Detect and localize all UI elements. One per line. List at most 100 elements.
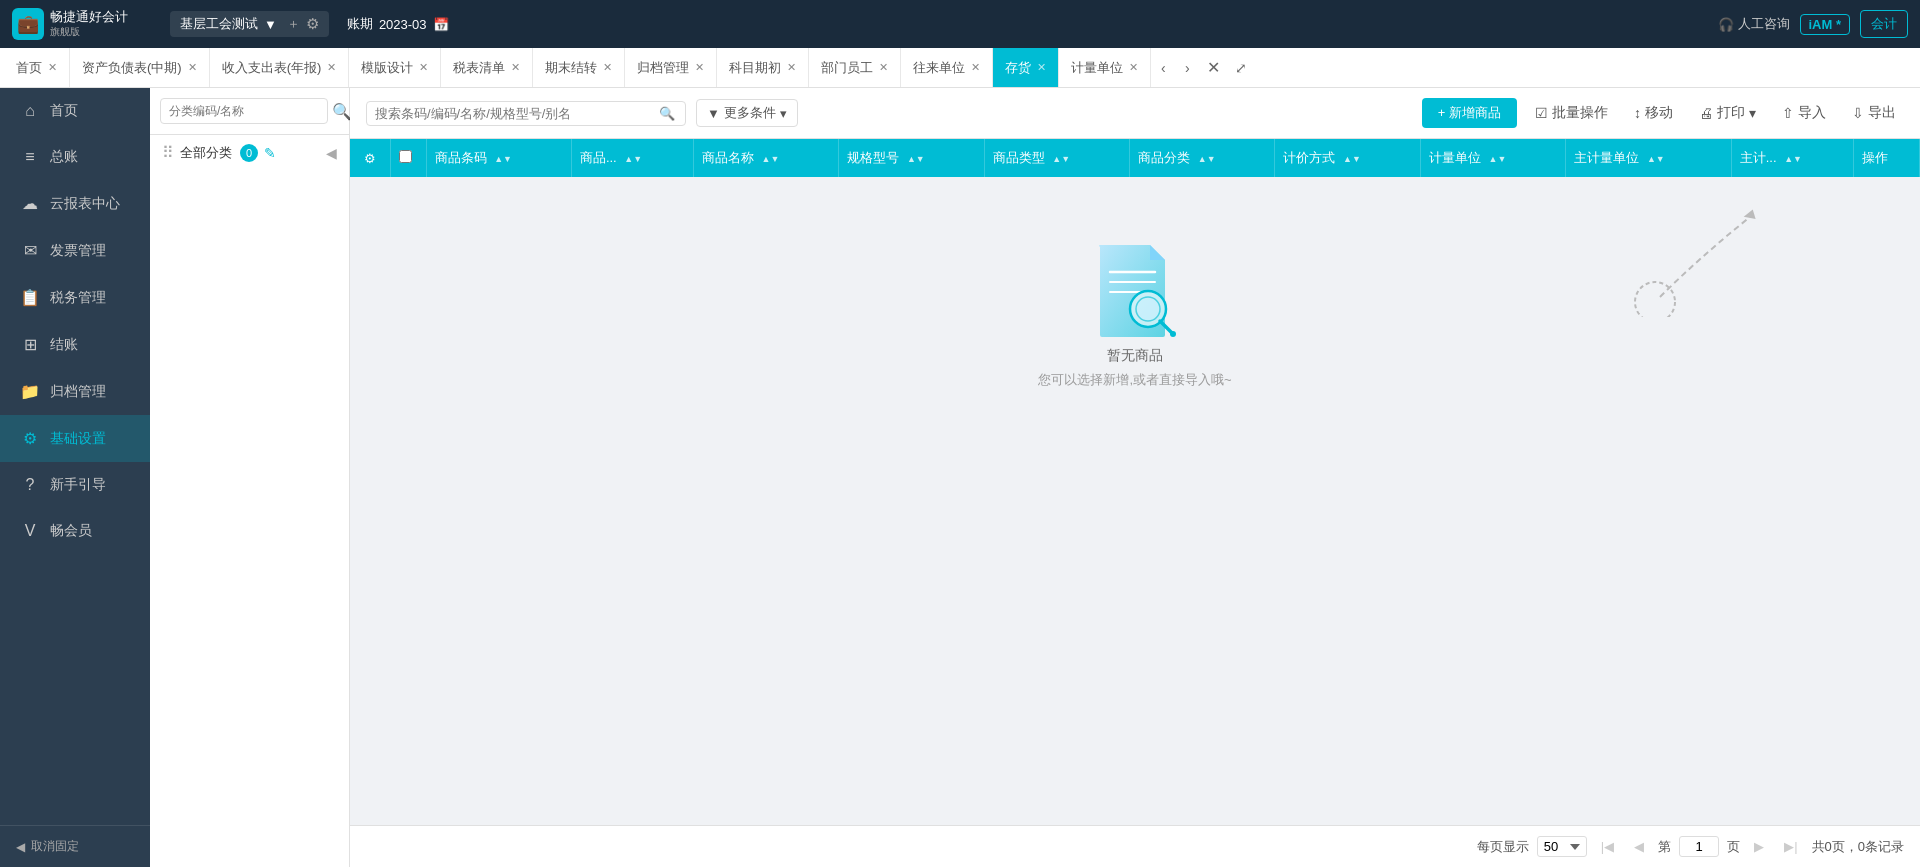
calendar-icon[interactable]: 📅: [433, 17, 449, 32]
tab-存货[interactable]: 存货 ✕: [993, 48, 1059, 88]
more-filter-button[interactable]: ▼ 更多条件 ▾: [696, 99, 798, 127]
move-button[interactable]: ↕ 移动: [1626, 100, 1681, 126]
category-search-input[interactable]: [160, 98, 328, 124]
tab-close-icon[interactable]: ✕: [511, 61, 520, 74]
sidebar-pin-toggle[interactable]: ◀ 取消固定: [0, 825, 150, 867]
tab-bar: 首页 ✕ 资产负债表(中期) ✕ 收入支出表(年报) ✕ 模版设计 ✕ 税表清单…: [0, 48, 1920, 88]
import-button[interactable]: ⇧ 导入: [1774, 100, 1834, 126]
product-table-wrap: ⚙ 商品条码 ▲▼ 商品... ▲▼ 商品名称 ▲▼ 规格型号 ▲▼ 商品类型 …: [350, 139, 1920, 825]
settings-icon: ⚙: [20, 429, 40, 448]
col-price-method[interactable]: 计价方式 ▲▼: [1275, 139, 1420, 177]
member-icon: V: [20, 522, 40, 540]
tab-首页[interactable]: 首页 ✕: [4, 48, 70, 88]
tab-close-icon[interactable]: ✕: [48, 61, 57, 74]
export-button[interactable]: ⇩ 导出: [1844, 100, 1904, 126]
total-info: 共0页，0条记录: [1812, 838, 1904, 856]
col-code[interactable]: 商品... ▲▼: [571, 139, 693, 177]
period-label: 账期: [347, 15, 373, 33]
last-page-button[interactable]: ▶|: [1778, 837, 1803, 856]
tab-close-icon[interactable]: ✕: [1037, 61, 1046, 74]
tab-资产负债表[interactable]: 资产负债表(中期) ✕: [70, 48, 210, 88]
tab-close-icon[interactable]: ✕: [327, 61, 336, 74]
tab-归档管理[interactable]: 归档管理 ✕: [625, 48, 717, 88]
add-account-icon[interactable]: ＋: [287, 15, 300, 33]
sidebar-item-member[interactable]: V 畅会员: [0, 508, 150, 554]
print-button[interactable]: 🖨 打印 ▾: [1691, 100, 1764, 126]
iam-badge[interactable]: iAM *: [1800, 14, 1851, 35]
move-icon: ↕: [1634, 105, 1641, 121]
col-name[interactable]: 商品名称 ▲▼: [693, 139, 838, 177]
batch-operation-button[interactable]: ☑ 批量操作: [1527, 100, 1616, 126]
tab-label: 资产负债表(中期): [82, 59, 182, 77]
tab-close-icon[interactable]: ✕: [971, 61, 980, 74]
sidebar-item-ledger[interactable]: ≡ 总账: [0, 134, 150, 180]
prev-page-button[interactable]: ◀: [1628, 837, 1650, 856]
sidebar-item-close[interactable]: ⊞ 结账: [0, 321, 150, 368]
account-selector[interactable]: 基层工会测试 ▼ ＋ ⚙: [170, 11, 329, 37]
sidebar-item-home[interactable]: ⌂ 首页: [0, 88, 150, 134]
next-page-button[interactable]: ▶: [1748, 837, 1770, 856]
product-search-icon[interactable]: 🔍: [659, 106, 675, 121]
tab-close-all-button[interactable]: ✕: [1199, 48, 1227, 88]
settings-icon[interactable]: ⚙: [306, 15, 319, 33]
table-header-row: ⚙ 商品条码 ▲▼ 商品... ▲▼ 商品名称 ▲▼ 规格型号 ▲▼ 商品类型 …: [350, 139, 1920, 177]
logo-area: 💼 畅捷通好会计 旗舰版: [12, 8, 160, 40]
tab-税表清单[interactable]: 税表清单 ✕: [441, 48, 533, 88]
svg-point-1: [1635, 282, 1675, 317]
tab-expand-button[interactable]: ⤢: [1227, 48, 1255, 88]
col-type[interactable]: 商品类型 ▲▼: [984, 139, 1129, 177]
tab-收入支出表[interactable]: 收入支出表(年报) ✕: [210, 48, 350, 88]
per-page-select[interactable]: 20 50 100: [1537, 836, 1587, 857]
sidebar-item-cloud[interactable]: ☁ 云报表中心: [0, 180, 150, 227]
app-edition: 旗舰版: [50, 25, 128, 39]
tab-往来单位[interactable]: 往来单位 ✕: [901, 48, 993, 88]
tab-部门员工[interactable]: 部门员工 ✕: [809, 48, 901, 88]
col-main-unit[interactable]: 主计量单位 ▲▼: [1566, 139, 1731, 177]
col-spec[interactable]: 规格型号 ▲▼: [839, 139, 984, 177]
tab-prev-button[interactable]: ‹: [1151, 48, 1175, 88]
tab-close-icon[interactable]: ✕: [787, 61, 796, 74]
page-number-input[interactable]: [1679, 836, 1719, 857]
sidebar-item-invoice[interactable]: ✉ 发票管理: [0, 227, 150, 274]
col-checkbox[interactable]: [390, 139, 426, 177]
home-icon: ⌂: [20, 102, 40, 120]
col-unit[interactable]: 计量单位 ▲▼: [1420, 139, 1565, 177]
sidebar-item-archive[interactable]: 📁 归档管理: [0, 368, 150, 415]
tab-close-icon[interactable]: ✕: [419, 61, 428, 74]
col-settings[interactable]: ⚙: [350, 139, 390, 177]
tab-计量单位[interactable]: 计量单位 ✕: [1059, 48, 1151, 88]
print-icon: 🖨: [1699, 105, 1713, 121]
sidebar-item-guide[interactable]: ? 新手引导: [0, 462, 150, 508]
category-all-label: 全部分类: [180, 144, 232, 162]
category-header[interactable]: ⠿ 全部分类 0 ✎ ◀: [150, 135, 349, 170]
tab-close-icon[interactable]: ✕: [879, 61, 888, 74]
add-product-button[interactable]: + 新增商品: [1422, 98, 1517, 128]
category-collapse-icon[interactable]: ◀: [326, 145, 337, 161]
product-search-input[interactable]: [375, 106, 655, 121]
sidebar-item-tax[interactable]: 📋 税务管理: [0, 274, 150, 321]
consultant-button[interactable]: 🎧 人工咨询: [1718, 15, 1790, 33]
category-edit-icon[interactable]: ✎: [264, 145, 276, 161]
tab-close-icon[interactable]: ✕: [1129, 61, 1138, 74]
tab-close-icon[interactable]: ✕: [188, 61, 197, 74]
select-all-checkbox[interactable]: [399, 150, 412, 163]
tab-label: 往来单位: [913, 59, 965, 77]
col-main-count[interactable]: 主计... ▲▼: [1731, 139, 1853, 177]
tab-期末结转[interactable]: 期末结转 ✕: [533, 48, 625, 88]
tab-close-icon[interactable]: ✕: [695, 61, 704, 74]
product-search-bar[interactable]: 🔍: [366, 101, 686, 126]
tab-label: 存货: [1005, 59, 1031, 77]
category-count-badge: 0: [240, 144, 258, 162]
category-search-icon[interactable]: 🔍: [332, 102, 352, 121]
col-barcode[interactable]: 商品条码 ▲▼: [426, 139, 571, 177]
tab-科目期初[interactable]: 科目期初 ✕: [717, 48, 809, 88]
first-page-button[interactable]: |◀: [1595, 837, 1620, 856]
empty-illustration: [1080, 237, 1190, 347]
col-category[interactable]: 商品分类 ▲▼: [1130, 139, 1275, 177]
sidebar-item-settings[interactable]: ⚙ 基础设置: [0, 415, 150, 462]
tab-模版设计[interactable]: 模版设计 ✕: [349, 48, 441, 88]
account-button[interactable]: 会计: [1860, 10, 1908, 38]
tab-close-icon[interactable]: ✕: [603, 61, 612, 74]
tab-next-button[interactable]: ›: [1175, 48, 1199, 88]
tab-label: 期末结转: [545, 59, 597, 77]
